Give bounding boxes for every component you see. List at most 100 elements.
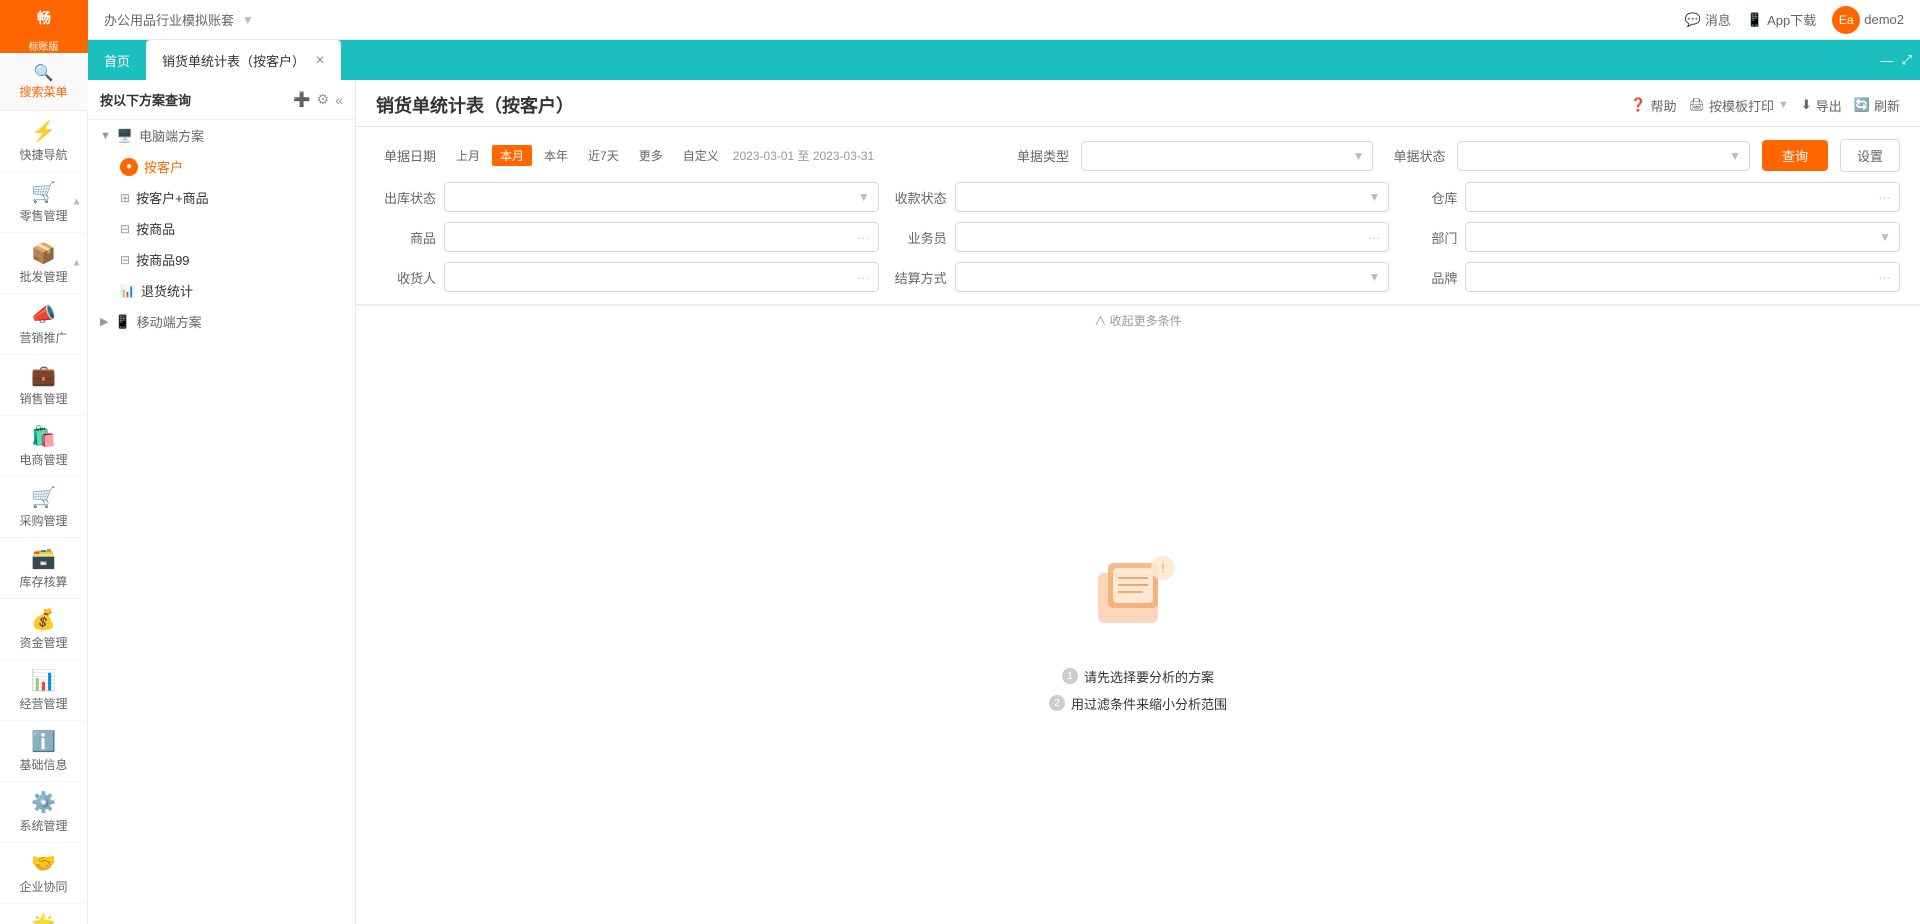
product-label: 商品 <box>376 228 436 247</box>
message-icon: 💬 <box>1685 12 1701 28</box>
print-dropdown-icon[interactable]: ▼ <box>1778 99 1789 111</box>
brand-select[interactable]: ··· <box>1465 262 1900 292</box>
date-filter: 上月 本月 本年 近7天 更多 自定义 2023-03-01 至 2023-03… <box>448 145 997 166</box>
sidebar-item-ecommerce[interactable]: 🛍️ 电商管理 <box>0 416 88 477</box>
date-tab-custom[interactable]: 自定义 <box>675 145 727 166</box>
left-panel-header: 按以下方案查询 ➕ ⚙ « <box>88 80 355 120</box>
export-btn[interactable]: ⬇ 导出 <box>1801 96 1842 115</box>
sidebar-item-wholesale[interactable]: 📦 批发管理 ▲ <box>0 233 88 294</box>
tab-minimize-icon[interactable]: — <box>1881 53 1894 68</box>
refresh-btn[interactable]: 🔄 刷新 <box>1854 96 1900 115</box>
tab-bar: 首页 销货单统计表（按客户） ✕ — ⤢ <box>88 40 1920 80</box>
tree-item-by-product[interactable]: ⊟ 按商品 <box>104 213 355 244</box>
sidebar-item-enterprise[interactable]: 🤝 企业协同 <box>0 843 88 904</box>
sidebar-item-search-menu[interactable]: 🔍 搜索菜单 <box>0 53 88 111</box>
warehouse-label: 仓库 <box>1397 188 1457 207</box>
tree-arrow-right-icon: ▶ <box>100 315 108 328</box>
svg-text:!: ! <box>1161 560 1165 576</box>
user-profile[interactable]: Ea demo2 <box>1832 6 1904 34</box>
sidebar-item-system[interactable]: ⚙️ 系统管理 <box>0 782 88 843</box>
account-name: 办公用品行业模拟账套 <box>104 10 234 29</box>
filter-row-4: 收货人 ··· 结算方式 ▼ 品牌 ··· <box>376 262 1900 292</box>
status-select[interactable]: ▼ <box>1457 141 1750 171</box>
sidebar-item-finance[interactable]: 💰 资金管理 <box>0 599 88 660</box>
table-icon: ⊟ <box>120 222 130 236</box>
settle-method-select[interactable]: ▼ <box>955 262 1390 292</box>
brand-label: 品牌 <box>1397 268 1457 287</box>
page-header: 销货单统计表（按客户） ❓ 帮助 🖨 按模板打印 ▼ ⬇ 导出 <box>356 80 1920 127</box>
query-button[interactable]: 查询 <box>1762 140 1828 171</box>
product-select[interactable]: ··· <box>444 222 879 252</box>
top-header: 办公用品行业模拟账套 ▼ 💬 消息 📱 App下载 Ea demo2 <box>88 0 1920 40</box>
page-title: 销货单统计表（按客户） <box>376 92 574 118</box>
tree-item-by-customer[interactable]: ● 按客户 <box>104 151 355 182</box>
filter-row-3: 商品 ··· 业务员 ··· 部门 ▼ <box>376 222 1900 252</box>
sidebar-item-newbie[interactable]: 🌟 新手引导 <box>0 904 88 924</box>
tree-item-by-customer-product[interactable]: ⊞ 按客户+商品 <box>104 182 355 213</box>
date-tab-last-7days[interactable]: 近7天 <box>580 145 627 166</box>
date-tab-more[interactable]: 更多 <box>631 145 671 166</box>
tab-report[interactable]: 销货单统计表（按客户） ✕ <box>146 40 341 80</box>
app-download-btn[interactable]: 📱 App下载 <box>1747 10 1816 29</box>
tree-item-by-product99[interactable]: ⊟ 按商品99 <box>104 244 355 275</box>
message-btn[interactable]: 💬 消息 <box>1685 10 1731 29</box>
date-range-display: 2023-03-01 至 2023-03-31 <box>733 147 874 164</box>
tree-item-refund[interactable]: 📊 退货统计 <box>104 275 355 306</box>
add-scheme-icon[interactable]: ➕ <box>293 91 310 108</box>
account-dropdown-icon[interactable]: ▼ <box>242 13 254 27</box>
warehouse-select[interactable]: ··· <box>1465 182 1900 212</box>
recipient-label: 收货人 <box>376 268 436 287</box>
print-btn[interactable]: 🖨 按模板打印 ▼ <box>1688 96 1788 115</box>
sidebar-item-sales[interactable]: 💼 销售管理 <box>0 355 88 416</box>
date-tabs: 上月 本月 本年 近7天 更多 自定义 <box>448 145 727 166</box>
tree-folder-icon: 🖥️ <box>117 128 133 144</box>
recipient-select[interactable]: ··· <box>444 262 879 292</box>
type-select[interactable]: ▼ <box>1081 141 1374 171</box>
type-label: 单据类型 <box>1009 146 1069 165</box>
sidebar-item-inventory[interactable]: 🗃️ 库存核算 <box>0 538 88 599</box>
sidebar-item-retail[interactable]: 🛒 零售管理 ▲ <box>0 172 88 233</box>
content-area: 按以下方案查询 ➕ ⚙ « ▼ 🖥️ 电脑端方案 ● 按客户 ⊞ <box>88 80 1920 924</box>
export-icon: ⬇ <box>1801 97 1812 113</box>
date-label: 单据日期 <box>376 146 436 165</box>
left-panel: 按以下方案查询 ➕ ⚙ « ▼ 🖥️ 电脑端方案 ● 按客户 ⊞ <box>88 80 356 924</box>
page-actions: ❓ 帮助 🖨 按模板打印 ▼ ⬇ 导出 🔄 刷新 <box>1630 96 1900 115</box>
app-subtitle: 标账版 <box>29 38 59 53</box>
step-1-num: 1 <box>1062 668 1078 684</box>
sidebar-item-purchase[interactable]: 🛒 采购管理 <box>0 477 88 538</box>
department-label: 部门 <box>1397 228 1457 247</box>
bar-icon: 📊 <box>120 284 135 298</box>
out-status-select[interactable]: ▼ <box>444 182 879 212</box>
date-tab-last-month[interactable]: 上月 <box>448 145 488 166</box>
tab-controls: — ⤢ <box>341 52 1920 68</box>
help-btn[interactable]: ❓ 帮助 <box>1630 96 1676 115</box>
sidebar-item-operations[interactable]: 📊 经营管理 <box>0 660 88 721</box>
tree-mobile-group[interactable]: ▶ 📱 移动端方案 <box>88 306 355 337</box>
print-icon: 🖨 <box>1688 97 1705 113</box>
date-tab-this-month[interactable]: 本月 <box>492 145 532 166</box>
payment-status-select[interactable]: ▼ <box>955 182 1390 212</box>
left-panel-title: 按以下方案查询 <box>100 90 191 109</box>
filter-row-2: 出库状态 ▼ 收款状态 ▼ 仓库 ··· <box>376 182 1900 212</box>
tab-home[interactable]: 首页 <box>88 40 146 80</box>
refresh-icon: 🔄 <box>1854 97 1870 113</box>
nav-main: 🔍 搜索菜单 ⚡ 快捷导航 🛒 零售管理 ▲ 📦 批发管理 ▲ 📣 营销推广 💼… <box>0 53 88 924</box>
grid-icon: ⊞ <box>120 191 130 205</box>
collapse-panel-icon[interactable]: « <box>335 92 343 108</box>
tab-expand-icon[interactable]: ⤢ <box>1902 52 1912 68</box>
tab-close-icon[interactable]: ✕ <box>315 53 325 67</box>
tree-desktop-group[interactable]: ▼ 🖥️ 电脑端方案 <box>88 120 355 151</box>
department-select[interactable]: ▼ <box>1465 222 1900 252</box>
sidebar-item-basic[interactable]: ℹ️ 基础信息 <box>0 721 88 782</box>
account-selector[interactable]: 办公用品行业模拟账套 ▼ <box>104 10 254 29</box>
settings-button[interactable]: 设置 <box>1840 139 1900 172</box>
sidebar-item-quick-nav[interactable]: ⚡ 快捷导航 <box>0 111 88 172</box>
collapse-bar[interactable]: ∧ 收起更多条件 <box>356 305 1920 335</box>
date-tab-this-year[interactable]: 本年 <box>536 145 576 166</box>
salesperson-select[interactable]: ··· <box>955 222 1390 252</box>
salesperson-label: 业务员 <box>887 228 947 247</box>
step-2-num: 2 <box>1049 695 1065 711</box>
filter-row-1: 单据日期 上月 本月 本年 近7天 更多 自定义 2023-03-01 至 20… <box>376 139 1900 172</box>
settings-scheme-icon[interactable]: ⚙ <box>317 91 330 108</box>
sidebar-item-marketing[interactable]: 📣 营销推广 <box>0 294 88 355</box>
